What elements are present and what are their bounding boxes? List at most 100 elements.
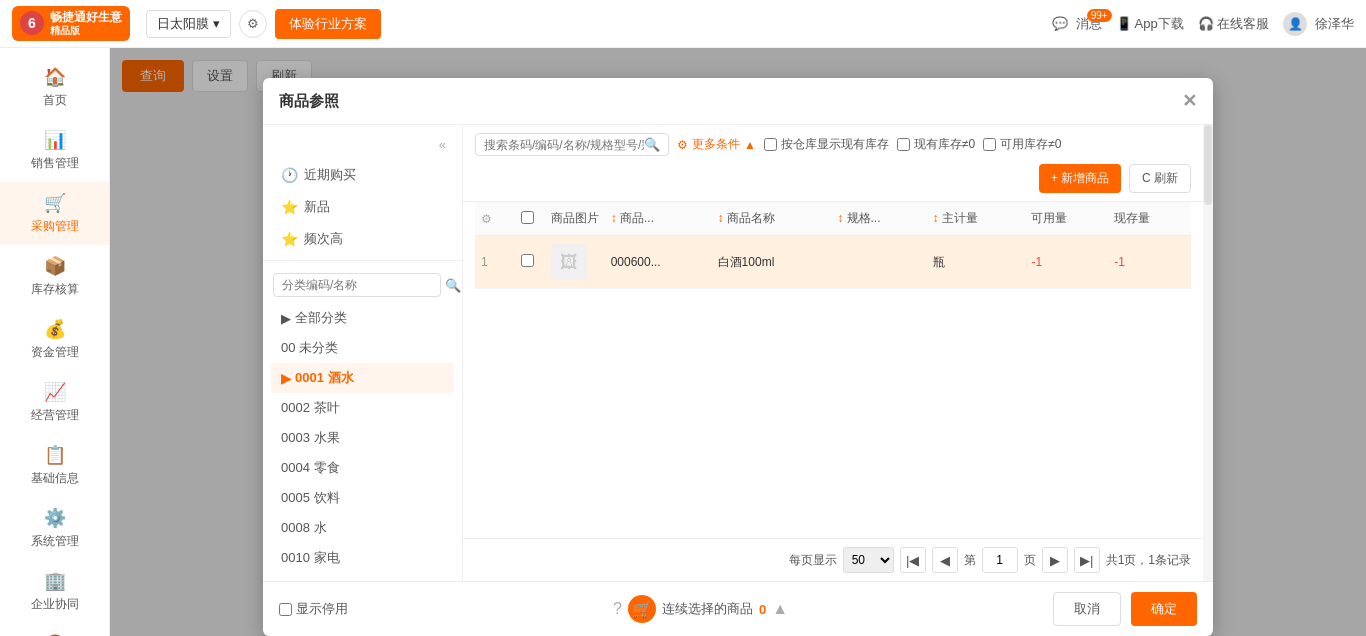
- main-content: 查询 设置 刷新 商品参照 ✕ «: [110, 48, 1366, 636]
- page-next-button[interactable]: ▶: [1042, 547, 1068, 573]
- sort-icon: ↕: [611, 211, 617, 225]
- sidebar-label-finance: 资金管理: [31, 344, 79, 361]
- warehouse-checkbox[interactable]: [764, 138, 777, 151]
- product-table-area: ⚙ 商品图片 ↕ 商品...: [463, 202, 1203, 538]
- checkbox-warehouse[interactable]: 按仓库显示现有库存: [764, 136, 889, 153]
- divider: [263, 260, 462, 261]
- company-dropdown[interactable]: 日太阳膜 ▾: [146, 10, 231, 38]
- filter-button[interactable]: ⚙ 更多条件 ▲: [677, 136, 756, 153]
- messages-badge[interactable]: 💬 99+ 消息: [1052, 15, 1102, 33]
- dialog-header: 商品参照 ✕: [263, 78, 1213, 125]
- col-select-all[interactable]: [515, 202, 545, 236]
- sidebar-item-inventory[interactable]: 📦 库存核算: [0, 245, 109, 308]
- table-row[interactable]: 1 🖼 000600... 白酒100ml 瓶: [475, 236, 1191, 289]
- disabled-checkbox[interactable]: [279, 603, 292, 616]
- system-icon: ⚙️: [44, 507, 66, 529]
- user-profile[interactable]: 👤 徐泽华: [1283, 12, 1354, 36]
- left-tab-recent-label: 近期购买: [304, 166, 356, 184]
- page-first-button[interactable]: |◀: [900, 547, 926, 573]
- sidebar-item-guide[interactable]: 🎯 新手引导: [0, 623, 109, 636]
- cat-0008[interactable]: 0008 水: [271, 513, 454, 543]
- trial-button[interactable]: 体验行业方案: [275, 9, 381, 39]
- page-number-input[interactable]: [982, 547, 1018, 573]
- search-icon[interactable]: 🔍: [644, 137, 660, 152]
- cart-icon[interactable]: 🛒: [628, 595, 656, 623]
- sidebar-item-basic[interactable]: 📋 基础信息: [0, 434, 109, 497]
- headset-icon: 🎧: [1198, 16, 1214, 31]
- available-checkbox[interactable]: [983, 138, 996, 151]
- sidebar-item-home[interactable]: 🏠 首页: [0, 56, 109, 119]
- cat-0010[interactable]: 0010 家电: [271, 543, 454, 573]
- sidebar-label-home: 首页: [43, 92, 67, 109]
- checkbox-stock[interactable]: 现有库存≠0: [897, 136, 975, 153]
- stock-checkbox[interactable]: [897, 138, 910, 151]
- message-icon: 💬: [1052, 16, 1068, 31]
- page-last-button[interactable]: ▶|: [1074, 547, 1100, 573]
- cat-00[interactable]: 00 未分类: [271, 333, 454, 363]
- sales-icon: 📊: [44, 129, 66, 151]
- confirm-button[interactable]: 确定: [1131, 592, 1197, 626]
- category-search-input[interactable]: [273, 273, 441, 297]
- refresh-table-button[interactable]: C 刷新: [1129, 164, 1191, 193]
- category-search-icon[interactable]: 🔍: [445, 278, 461, 293]
- cat-0001[interactable]: ▶ 0001 酒水: [271, 363, 454, 393]
- app-download-link[interactable]: 📱 App下载: [1116, 15, 1184, 33]
- sidebar-label-purchase: 采购管理: [31, 218, 79, 235]
- col-settings[interactable]: ⚙: [475, 202, 515, 236]
- left-tab-new[interactable]: ⭐ 新品: [271, 192, 454, 222]
- add-product-button[interactable]: + 新增商品: [1039, 164, 1121, 193]
- col-spec-header[interactable]: ↕ 规格...: [831, 202, 926, 236]
- cat-0003[interactable]: 0003 水果: [271, 423, 454, 453]
- cart-collapse-icon[interactable]: ▲: [772, 600, 788, 618]
- per-page-select[interactable]: 50 20 100: [843, 547, 894, 573]
- left-tab-recent[interactable]: 🕐 近期购买: [271, 160, 454, 190]
- sidebar-item-finance[interactable]: 💰 资金管理: [0, 308, 109, 371]
- col-unit-header[interactable]: ↕ 主计量: [927, 202, 1026, 236]
- close-icon[interactable]: ✕: [1182, 90, 1197, 112]
- category-search: 🔍: [263, 267, 462, 303]
- scrollbar-thumb[interactable]: [1204, 125, 1212, 205]
- left-panel: « 🕐 近期购买 ⭐ 新品 ⭐: [263, 125, 463, 581]
- col-code-header[interactable]: ↕ 商品...: [605, 202, 712, 236]
- row-unit: 瓶: [927, 236, 1026, 289]
- collapse-icon[interactable]: «: [431, 133, 454, 156]
- col-name-header[interactable]: ↕ 商品名称: [712, 202, 832, 236]
- row-image: 🖼: [545, 236, 605, 289]
- modal-overlay: 商品参照 ✕ « 🕐 近期购买: [110, 48, 1366, 636]
- checkbox-available[interactable]: 可用库存≠0: [983, 136, 1061, 153]
- finance-icon: 💰: [44, 318, 66, 340]
- cat-0002[interactable]: 0002 茶叶: [271, 393, 454, 423]
- page-label: 第: [964, 552, 976, 569]
- avatar: 👤: [1283, 12, 1307, 36]
- sidebar-item-sales[interactable]: 📊 销售管理: [0, 119, 109, 182]
- online-service-link[interactable]: 🎧 在线客服: [1198, 15, 1270, 33]
- scrollbar[interactable]: [1203, 125, 1213, 581]
- row-select-checkbox[interactable]: [521, 254, 534, 267]
- sidebar-item-enterprise[interactable]: 🏢 企业协同: [0, 560, 109, 623]
- product-table: ⚙ 商品图片 ↕ 商品...: [475, 202, 1191, 289]
- cat-all[interactable]: ▶ 全部分类: [271, 303, 454, 333]
- cancel-button[interactable]: 取消: [1053, 592, 1121, 626]
- row-available: -1: [1025, 236, 1108, 289]
- sort-icon4: ↕: [933, 211, 939, 225]
- settings-icon[interactable]: ⚙: [239, 10, 267, 38]
- recent-icon: 🕐: [281, 167, 298, 183]
- show-disabled-checkbox[interactable]: 显示停用: [279, 600, 348, 618]
- page-prev-button[interactable]: ◀: [932, 547, 958, 573]
- help-icon[interactable]: ?: [613, 600, 622, 618]
- sidebar-item-business[interactable]: 📈 经营管理: [0, 371, 109, 434]
- select-all-checkbox[interactable]: [521, 211, 534, 224]
- product-image-placeholder: 🖼: [551, 244, 587, 280]
- row-checkbox[interactable]: [515, 236, 545, 289]
- toolbar-right: + 新增商品 C 刷新: [1039, 164, 1191, 193]
- left-tab-freq[interactable]: ⭐ 频次高: [271, 224, 454, 254]
- cat-0005[interactable]: 0005 饮料: [271, 483, 454, 513]
- pagination: 每页显示 50 20 100 |◀ ◀ 第 页 ▶: [463, 538, 1203, 581]
- sidebar-item-purchase[interactable]: 🛒 采购管理: [0, 182, 109, 245]
- total-pages-label: 共1页，1条记录: [1106, 552, 1191, 569]
- inventory-icon: 📦: [44, 255, 66, 277]
- cat-0004[interactable]: 0004 零食: [271, 453, 454, 483]
- enterprise-icon: 🏢: [44, 570, 66, 592]
- product-search-input[interactable]: [484, 138, 644, 152]
- sidebar-item-system[interactable]: ⚙️ 系统管理: [0, 497, 109, 560]
